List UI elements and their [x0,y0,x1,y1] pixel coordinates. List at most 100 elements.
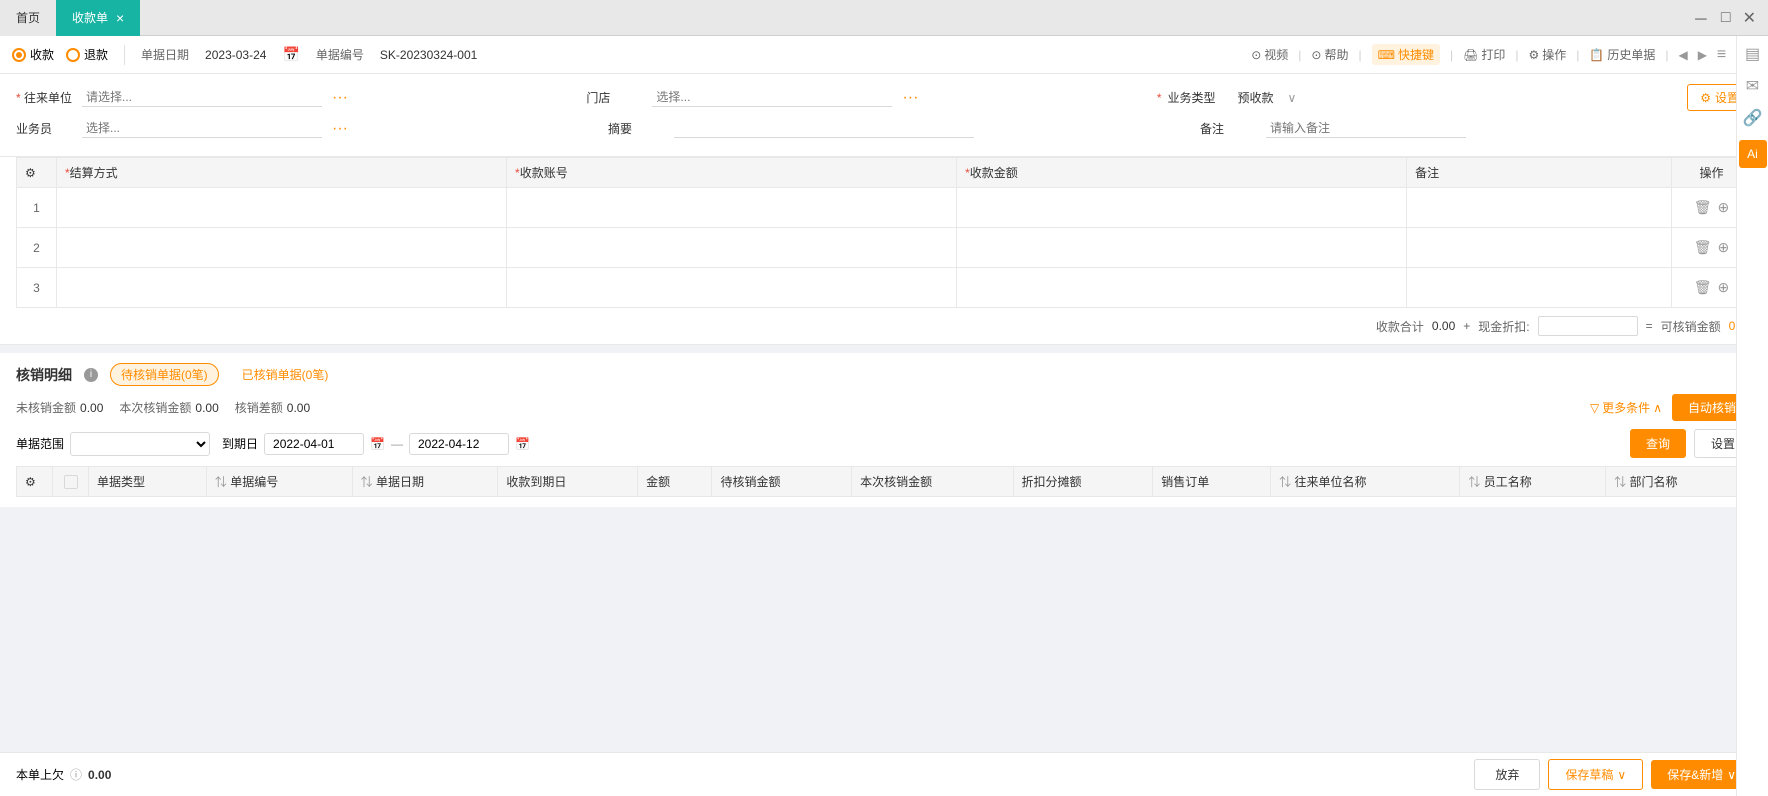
query-button[interactable]: 查询 [1630,429,1686,458]
reconcile-info-icon[interactable]: i [84,368,98,382]
radio-refund-label: 退款 [84,46,108,63]
bt-col-current: 本次核销金额 [852,467,1013,497]
store-more-icon[interactable]: ··· [898,89,922,107]
bt-col-doc-date: ⇅ 单据日期 [352,467,498,497]
abandon-button[interactable]: 放弃 [1474,759,1540,790]
form-area: 往来单位 ··· 门店 ··· * 业务类型 预收款 ∨ ⚙ 设置 业务员 ··… [0,74,1768,157]
bt-col-doc-no: ⇅ 单据编号 [206,467,352,497]
row-1-account[interactable] [507,188,957,228]
row-3-settlement[interactable] [57,268,507,308]
form-row-1: 往来单位 ··· 门店 ··· * 业务类型 预收款 ∨ ⚙ 设置 [16,84,1752,111]
row-1-delete-icon[interactable]: 🗑 [1694,199,1712,216]
bt-doc-no-label: 单据编号 [230,475,278,489]
ai-sidebar-button[interactable]: Ai [1739,140,1767,168]
to-date-input[interactable] [409,433,509,455]
minimize-button[interactable]: － [1693,6,1709,30]
due-date-label: 到期日 [222,435,258,452]
due-date-field: 到期日 📅 — 📅 [222,433,530,455]
reconcile-header: 核销明细 i 待核销单据(0笔) 已核销单据(0笔) [16,363,1752,386]
history-btn[interactable]: 📋 历史单据 [1589,46,1655,63]
tab-done[interactable]: 已核销单据(0笔) [231,363,340,386]
operation-btn[interactable]: ⚙ 操作 [1528,46,1566,63]
row-2-delete-icon[interactable]: 🗑 [1694,239,1712,256]
row-2-account[interactable] [507,228,957,268]
from-date-calendar-icon[interactable]: 📅 [370,437,385,451]
calendar-icon[interactable]: 📅 [282,46,299,63]
chevron-up-icon: ∧ [1653,401,1662,415]
summary-input[interactable] [674,119,974,138]
row-1-settlement[interactable] [57,188,507,228]
remark-input[interactable] [1266,119,1466,138]
video-btn[interactable]: ⊙ 视频 [1251,46,1288,63]
salesman-input[interactable] [82,119,322,138]
row-2-remark[interactable] [1407,228,1672,268]
bt-col-checkbox[interactable] [53,467,89,497]
counterparty-more-icon[interactable]: ··· [328,89,352,107]
list-view-icon[interactable]: ≡ [1717,46,1726,64]
row-2-settlement[interactable] [57,228,507,268]
bt-col-settings[interactable]: ⚙ [17,467,53,497]
row-1-amount[interactable] [957,188,1407,228]
nav-right-icon[interactable]: ▶ [1698,48,1707,62]
discount-input[interactable] [1538,316,1638,336]
radio-receipt-label: 收款 [30,46,54,63]
tab-receipt[interactable]: 收款单 × [56,0,140,36]
close-button[interactable]: ✕ [1743,8,1756,28]
filter-action-btns: 查询 设置 [1630,429,1752,458]
table-sidebar-icon[interactable]: ▤ [1745,44,1760,64]
more-conditions-btn[interactable]: ▽ 更多条件 ∧ [1590,399,1662,416]
col-remark-header: 备注 [1407,158,1672,188]
row-3-account[interactable] [507,268,957,308]
col-settings-header[interactable]: ⚙ [17,158,57,188]
total-label: 收款合计 [1376,318,1424,335]
row-2-amount[interactable] [957,228,1407,268]
main-table-wrapper: ⚙ *结算方式 *收款账号 *收款金额 备注 操作 [0,157,1768,308]
history-label: 历史单据 [1607,46,1655,63]
counterparty-input[interactable] [82,88,322,107]
bt-doc-type-label: 单据类型 [97,475,145,489]
shortcut-btn[interactable]: ⌨ 快捷键 [1372,44,1440,65]
row-3-remark[interactable] [1407,268,1672,308]
current-value: 0.00 [195,401,218,415]
date-range-select[interactable] [70,432,210,456]
radio-receipt[interactable]: 收款 [12,46,54,63]
tab-pending[interactable]: 待核销单据(0笔) [110,363,219,386]
from-date-input[interactable] [264,433,364,455]
row-3-amount[interactable] [957,268,1407,308]
link-sidebar-icon[interactable]: 🔗 [1743,108,1763,128]
diff-stat: 核销差额 0.00 [235,399,310,416]
maximize-button[interactable]: □ [1721,9,1731,27]
print-btn[interactable]: 🖨 打印 [1463,46,1505,63]
save-draft-button[interactable]: 保存草稿 ∨ [1548,759,1643,790]
select-all-checkbox[interactable] [64,475,78,489]
row-2-copy-icon[interactable]: ⊕ [1718,239,1730,256]
row-3-copy-icon[interactable]: ⊕ [1718,279,1730,296]
business-type-field: * 业务类型 预收款 ∨ [1157,89,1687,106]
tab-home[interactable]: 首页 [0,0,56,36]
nav-left-icon[interactable]: ◀ [1678,48,1687,62]
row-1-remark[interactable] [1407,188,1672,228]
col-settlement-label: 结算方式 [70,166,118,180]
counterparty-label: 往来单位 [16,89,76,106]
help-icon: ⊙ [1311,48,1321,62]
remark-field: 备注 [1200,119,1752,138]
mail-sidebar-icon[interactable]: ✉ [1746,76,1759,96]
business-type-chevron[interactable]: ∨ [1288,91,1297,105]
to-date-calendar-icon[interactable]: 📅 [515,437,530,451]
help-btn[interactable]: ⊙ 帮助 [1311,46,1348,63]
row-3-num: 3 [17,268,57,308]
date-label: 单据日期 [141,46,189,63]
radio-refund[interactable]: 退款 [66,46,108,63]
bt-col-counterparty: ⇅ 往来单位名称 [1271,467,1460,497]
reconcile-title: 核销明细 [16,365,72,385]
tab-close-icon[interactable]: × [116,10,124,26]
filter-icon: ▽ [1590,401,1599,415]
radio-receipt-dot [12,48,26,62]
business-type-label: 业务类型 [1167,89,1227,106]
reconcile-stats: 未核销金额 0.00 本次核销金额 0.00 核销差额 0.00 ▽ 更多条件 … [16,394,1752,421]
summary-field: 摘要 [608,119,1160,138]
salesman-more-icon[interactable]: ··· [328,120,352,138]
row-1-copy-icon[interactable]: ⊕ [1718,199,1730,216]
row-3-delete-icon[interactable]: 🗑 [1694,279,1712,296]
store-input[interactable] [652,88,892,107]
